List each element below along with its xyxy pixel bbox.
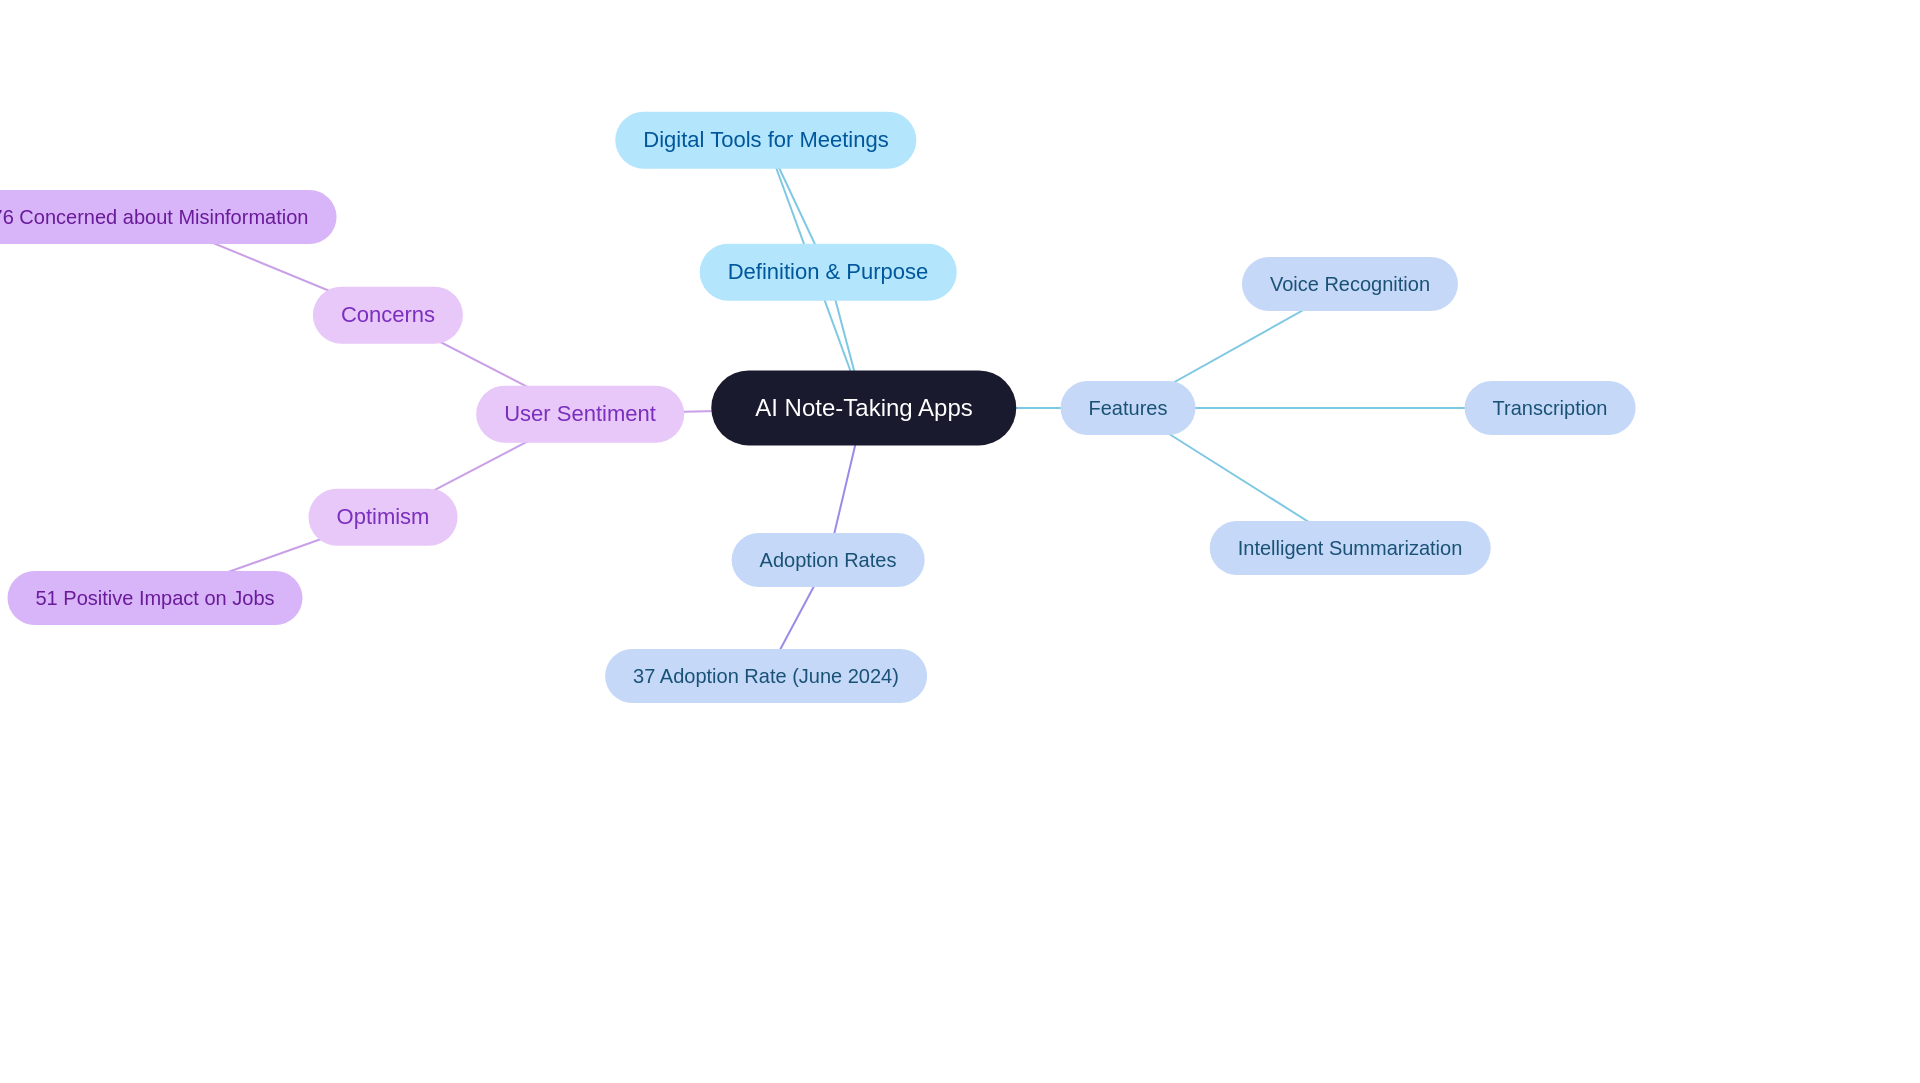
adoption-rate-2024-node: 37 Adoption Rate (June 2024) [605, 649, 927, 703]
center-node: AI Note-Taking Apps [711, 370, 1016, 445]
intelligent-summarization-node: Intelligent Summarization [1210, 521, 1491, 575]
definition-purpose-node: Definition & Purpose [700, 244, 957, 301]
positive-jobs-node: 51 Positive Impact on Jobs [7, 571, 302, 625]
transcription-node: Transcription [1465, 381, 1636, 435]
misinformation-node: 76 Concerned about Misinformation [0, 190, 336, 244]
optimism-node: Optimism [309, 489, 458, 546]
concerns-node: Concerns [313, 287, 463, 344]
voice-recognition-node: Voice Recognition [1242, 257, 1458, 311]
digital-tools-node: Digital Tools for Meetings [615, 112, 916, 169]
features-node: Features [1061, 381, 1196, 435]
adoption-rates-node: Adoption Rates [732, 533, 925, 587]
user-sentiment-node: User Sentiment [476, 386, 684, 443]
